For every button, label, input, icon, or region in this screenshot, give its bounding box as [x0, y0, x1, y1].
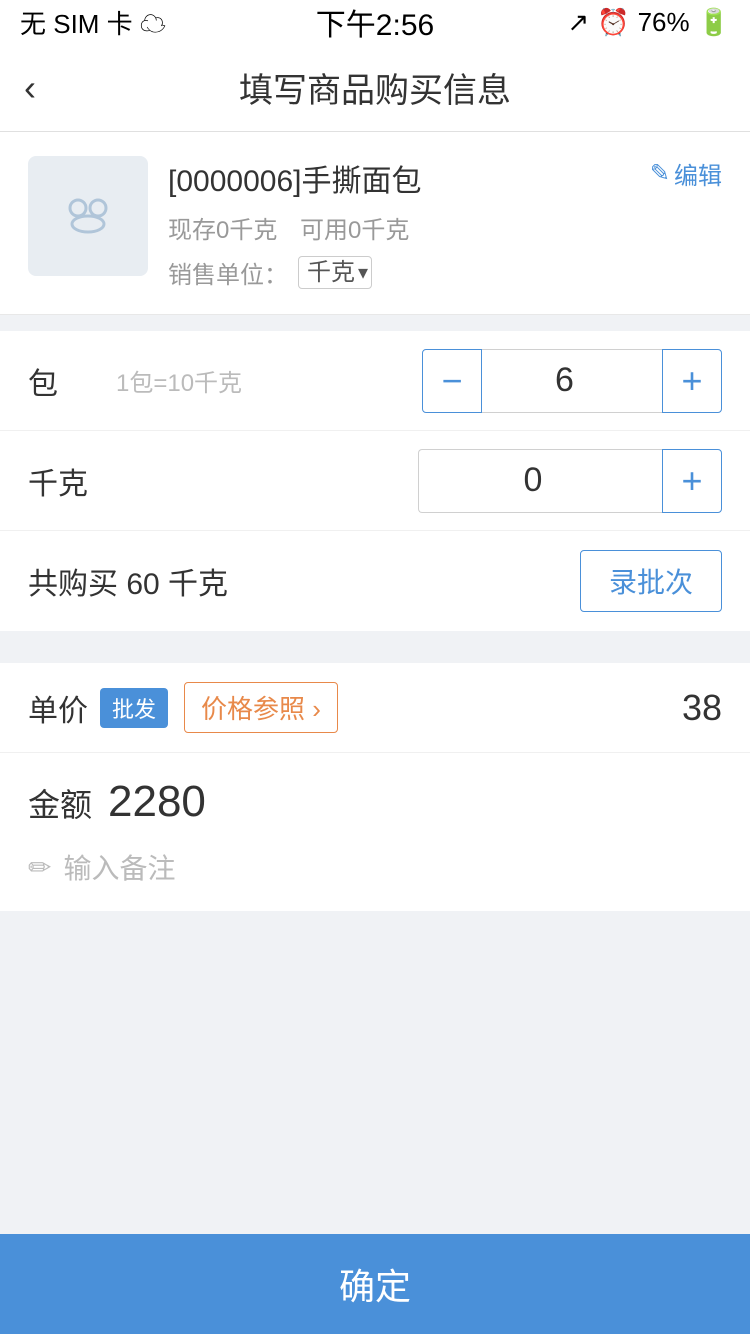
price-value: 38 [682, 687, 722, 729]
status-right: ↗ ⏰ 76% 🔋 [567, 7, 730, 38]
edit-icon: ✎ [650, 159, 670, 188]
bag-input-section: 包 1包=10千克 − + 千克 + 共购买 60 千克 录批次 [0, 331, 750, 631]
kg-increment-button[interactable]: + [662, 449, 722, 513]
amount-label: 金额 [28, 780, 92, 826]
amount-value: 2280 [108, 777, 206, 827]
amount-row: 金额 2280 [28, 777, 722, 827]
kg-input-row: 千克 + [0, 431, 750, 531]
bag-increment-button[interactable]: + [662, 349, 722, 413]
bag-label: 包 [28, 359, 108, 403]
nav-bar: ‹ 填写商品购买信息 [0, 44, 750, 132]
edit-button[interactable]: ✎ 编辑 [650, 156, 722, 191]
location-icon: ↗ [567, 7, 589, 38]
bag-input-controls: − + [422, 349, 722, 413]
battery-icon: 🔋 [698, 7, 730, 38]
status-time: 下午2:56 [316, 0, 434, 44]
bag-hint: 1包=10千克 [116, 363, 242, 398]
price-ref-label: 价格参照 › [201, 689, 321, 726]
divider-2 [0, 631, 750, 647]
status-left: 无 SIM 卡 ☁ [20, 4, 166, 41]
sim-text: 无 SIM 卡 ☁ [20, 4, 166, 41]
stock-text: 现存0千克 [168, 217, 277, 244]
alarm-icon: ⏰ [597, 7, 629, 38]
product-thumbnail-icon [58, 186, 118, 246]
price-row: 单价 批发 价格参照 › 38 [0, 663, 750, 753]
price-tag: 批发 [100, 688, 168, 728]
price-section: 单价 批发 价格参照 › 38 [0, 663, 750, 753]
confirm-label: 确定 [339, 1258, 411, 1310]
remark-row[interactable]: ✏ 输入备注 [28, 847, 722, 887]
product-unit-row: 销售单位： 千克 [168, 255, 722, 290]
product-info: [0000006]手撕面包 现存0千克 可用0千克 销售单位： 千克 [168, 156, 722, 290]
available-text: 可用0千克 [300, 217, 409, 244]
price-label: 单价 [28, 686, 88, 730]
price-reference-button[interactable]: 价格参照 › [184, 682, 338, 733]
remark-text: 输入备注 [63, 847, 175, 887]
confirm-button[interactable]: 确定 [0, 1234, 750, 1334]
kg-quantity-input[interactable] [418, 449, 662, 513]
status-bar: 无 SIM 卡 ☁ 下午2:56 ↗ ⏰ 76% 🔋 [0, 0, 750, 44]
unit-select-input[interactable]: 千克 [298, 256, 372, 289]
product-stock: 现存0千克 可用0千克 [168, 210, 722, 245]
batch-button[interactable]: 录批次 [580, 550, 722, 612]
battery-text: 76% [638, 7, 690, 38]
bag-input-row: 包 1包=10千克 − + [0, 331, 750, 431]
bag-quantity-input[interactable] [482, 349, 662, 413]
product-image [28, 156, 148, 276]
edit-label: 编辑 [674, 156, 722, 191]
unit-selector[interactable]: 千克 [298, 256, 372, 289]
bag-decrement-button[interactable]: − [422, 349, 482, 413]
pencil-icon: ✏ [28, 851, 51, 884]
product-name: [0000006]手撕面包 [168, 156, 722, 200]
product-card: [0000006]手撕面包 现存0千克 可用0千克 销售单位： 千克 ✎ 编辑 [0, 132, 750, 315]
summary-text: 共购买 60 千克 [28, 559, 228, 603]
kg-input-controls: + [418, 449, 722, 513]
divider-1 [0, 315, 750, 331]
back-button[interactable]: ‹ [24, 67, 36, 109]
page-title: 填写商品购买信息 [239, 63, 511, 112]
summary-row: 共购买 60 千克 录批次 [0, 531, 750, 631]
amount-section: 金额 2280 ✏ 输入备注 [0, 753, 750, 911]
unit-label: 销售单位： [168, 255, 288, 290]
kg-label: 千克 [28, 459, 108, 503]
